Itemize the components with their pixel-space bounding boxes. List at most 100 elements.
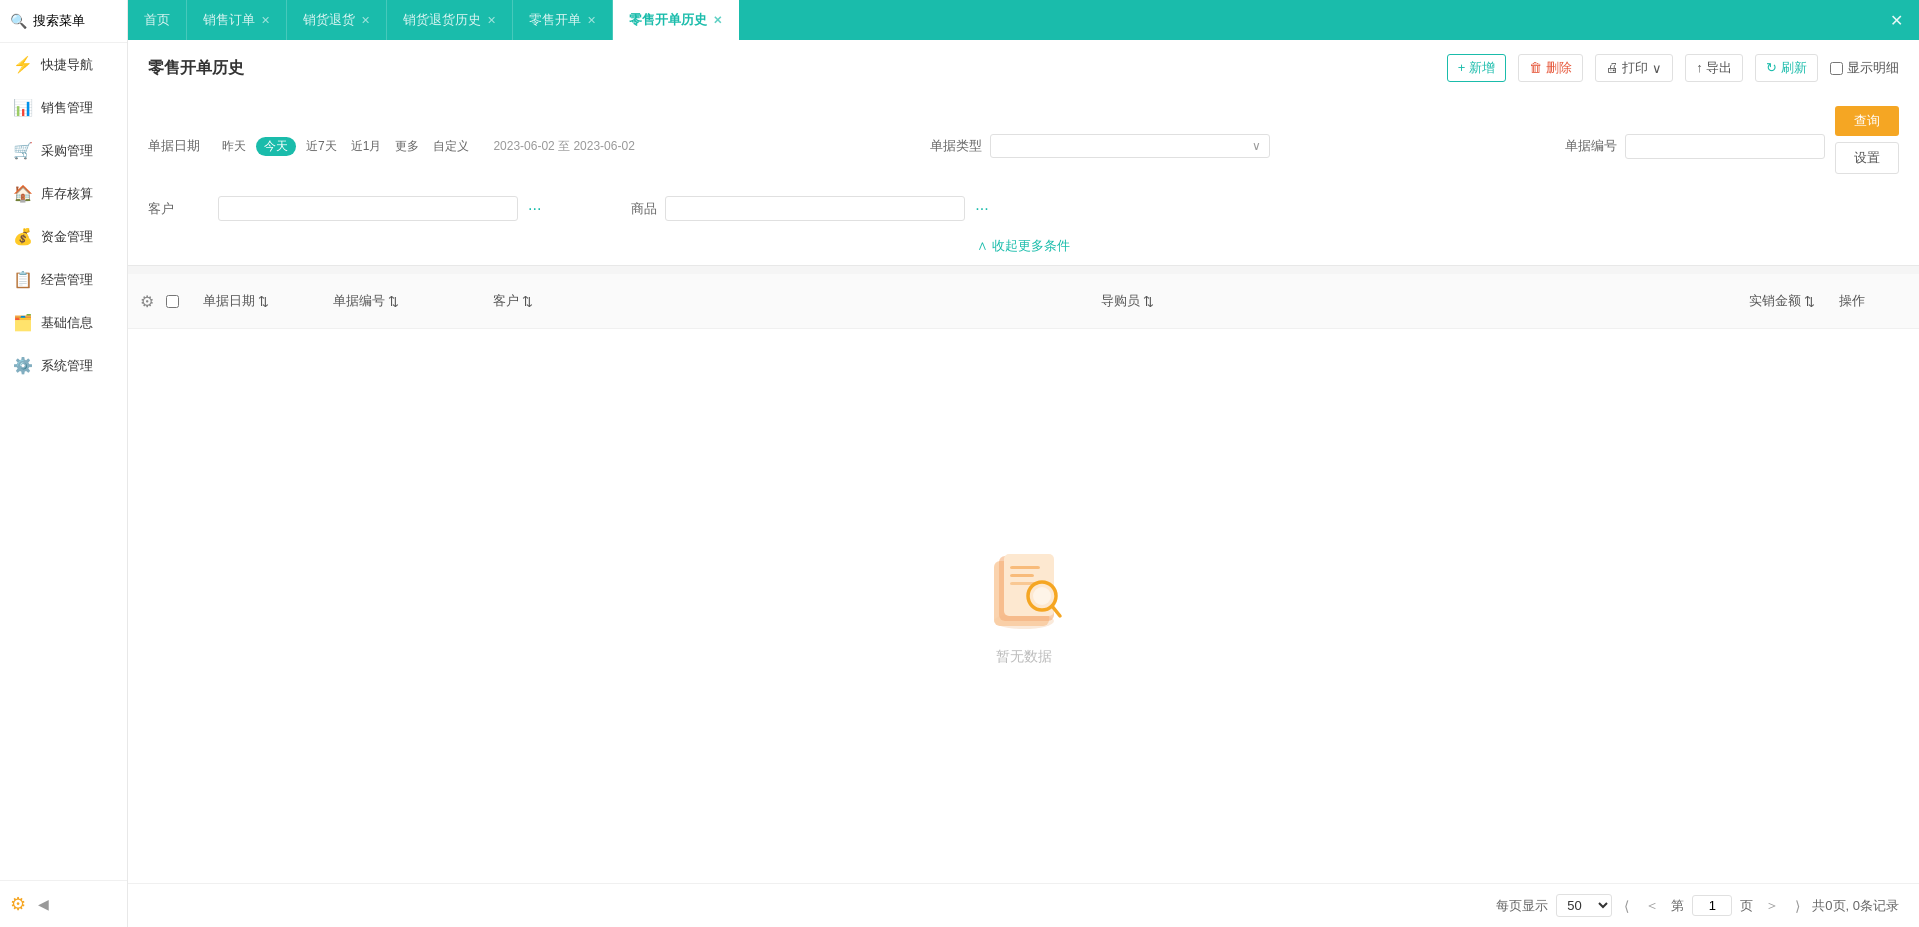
date-shortcut-custom[interactable]: 自定义	[429, 137, 473, 156]
delete-button[interactable]: 🗑 删除	[1518, 54, 1583, 82]
doc-type-arrow-icon: ∨	[1252, 139, 1261, 153]
sidebar-item-label: 系统管理	[41, 357, 93, 375]
refresh-button[interactable]: ↻ 刷新	[1755, 54, 1818, 82]
add-button[interactable]: + 新增	[1447, 54, 1506, 82]
sidebar-bottom: ⚙ ◀	[0, 880, 127, 927]
collapse-sidebar-icon[interactable]: ◀	[38, 896, 49, 912]
window-close-btn[interactable]: ✕	[1890, 11, 1903, 30]
search-icon: 🔍	[10, 13, 27, 29]
sidebar-item-finance[interactable]: 💰 资金管理	[0, 215, 127, 258]
tabbar-right: ✕	[1890, 11, 1919, 30]
sidebar-item-label: 采购管理	[41, 142, 93, 160]
col-header-guide[interactable]: 导购员 ⇅	[1089, 282, 1219, 320]
display-detail-toggle[interactable]: 显示明细	[1830, 59, 1899, 77]
sidebar-item-sys-mgmt[interactable]: ⚙️ 系统管理	[0, 344, 127, 387]
tab-home[interactable]: 首页	[128, 0, 187, 40]
date-shortcut-yesterday[interactable]: 昨天	[218, 137, 250, 156]
tab-home-label: 首页	[144, 11, 170, 29]
col-number-label: 单据编号	[333, 292, 385, 310]
sidebar-item-inventory[interactable]: 🏠 库存核算	[0, 172, 127, 215]
total-info: 共0页, 0条记录	[1812, 897, 1899, 915]
date-shortcut-7days[interactable]: 近7天	[302, 137, 341, 156]
print-button[interactable]: 🖨 打印 ∨	[1595, 54, 1674, 82]
tab-sales-order-label: 销售订单	[203, 11, 255, 29]
tab-sales-return-label: 销货退货	[303, 11, 355, 29]
col-amount-sort-icon: ⇅	[1804, 294, 1815, 309]
sidebar-item-base-info[interactable]: 🗂️ 基础信息	[0, 301, 127, 344]
product-input[interactable]	[665, 196, 965, 221]
filter-row-customer: 客户 ··· 商品 ···	[148, 196, 1899, 221]
sidebar-item-ops-mgmt[interactable]: 📋 经营管理	[0, 258, 127, 301]
page-title-row: 零售开单历史 + 新增 🗑 删除 🖨 打印 ∨ ↑ 导出	[148, 54, 1899, 82]
empty-state: 暂无数据	[128, 329, 1919, 883]
refresh-btn-label: ↻ 刷新	[1766, 59, 1807, 77]
tab-retail-open[interactable]: 零售开单 ✕	[513, 0, 613, 40]
table-settings-icon[interactable]: ⚙	[140, 292, 154, 311]
tab-sales-return[interactable]: 销货退货 ✕	[287, 0, 387, 40]
table-container: ⚙ 单据日期 ⇅ 单据编号 ⇅ 客户 ⇅	[128, 274, 1919, 883]
date-shortcut-today[interactable]: 今天	[256, 137, 296, 156]
sidebar-item-purchase-mgmt[interactable]: 🛒 采购管理	[0, 129, 127, 172]
tab-retail-open-close[interactable]: ✕	[587, 14, 596, 27]
collapse-more-btn[interactable]: ∧ 收起更多条件	[148, 231, 1899, 265]
sidebar: 🔍 搜索菜单 ⚡ 快捷导航 📊 销售管理 🛒 采购管理 🏠 库存核算 💰 资金管…	[0, 0, 128, 927]
display-detail-checkbox[interactable]	[1830, 62, 1843, 75]
filter-settings-button[interactable]: 设置	[1835, 142, 1899, 174]
date-shortcut-more[interactable]: 更多	[391, 137, 423, 156]
col-header-amount[interactable]: 实销金额 ⇅	[1219, 282, 1827, 320]
tab-sales-order[interactable]: 销售订单 ✕	[187, 0, 287, 40]
doc-number-input[interactable]	[1625, 134, 1825, 159]
col-header-date[interactable]: 单据日期 ⇅	[191, 282, 321, 320]
doc-number-filter-label: 单据编号	[1565, 137, 1617, 155]
last-page-btn[interactable]: ⟩	[1791, 896, 1804, 916]
tab-sales-return-history-label: 销货退货历史	[403, 11, 481, 29]
tab-retail-history-close[interactable]: ✕	[713, 14, 722, 27]
content-area: 零售开单历史 + 新增 🗑 删除 🖨 打印 ∨ ↑ 导出	[128, 40, 1919, 927]
product-filter-label: 商品	[631, 200, 657, 218]
date-range-text: 2023-06-02 至 2023-06-02	[493, 138, 634, 155]
customer-input[interactable]	[218, 196, 518, 221]
tab-sales-order-close[interactable]: ✕	[261, 14, 270, 27]
col-customer-sort-icon: ⇅	[522, 294, 533, 309]
tab-sales-return-history-close[interactable]: ✕	[487, 14, 496, 27]
sidebar-item-label: 销售管理	[41, 99, 93, 117]
main-area: 首页 销售订单 ✕ 销货退货 ✕ 销货退货历史 ✕ 零售开单 ✕ 零售开单历史 …	[128, 0, 1919, 927]
sidebar-item-label: 快捷导航	[41, 56, 93, 74]
sales-icon: 📊	[13, 98, 33, 117]
settings-bottom-icon[interactable]: ⚙	[10, 893, 26, 915]
date-shortcut-1month[interactable]: 近1月	[347, 137, 386, 156]
table-select-all-checkbox[interactable]	[166, 295, 179, 308]
toolbar: + 新增 🗑 删除 🖨 打印 ∨ ↑ 导出 ↻ 刷新	[1447, 54, 1899, 82]
query-button[interactable]: 查询	[1835, 106, 1899, 136]
per-page-select[interactable]: 50 20 100 200	[1556, 894, 1612, 917]
next-page-btn[interactable]: ＞	[1761, 895, 1783, 917]
col-date-sort-icon: ⇅	[258, 294, 269, 309]
sidebar-item-sales-mgmt[interactable]: 📊 销售管理	[0, 86, 127, 129]
filter-area: 单据日期 昨天 今天 近7天 近1月 更多 自定义 2023-06-02 至 2…	[148, 96, 1899, 265]
page-input[interactable]	[1692, 895, 1732, 916]
col-header-action: 操作	[1827, 282, 1907, 320]
col-header-customer[interactable]: 客户 ⇅	[481, 282, 1089, 320]
sidebar-search[interactable]: 🔍 搜索菜单	[0, 0, 127, 43]
col-action-label: 操作	[1839, 292, 1865, 310]
empty-icon	[974, 546, 1074, 636]
col-date-label: 单据日期	[203, 292, 255, 310]
sidebar-item-label: 资金管理	[41, 228, 93, 246]
col-header-number[interactable]: 单据编号 ⇅	[321, 282, 481, 320]
first-page-btn[interactable]: ⟨	[1620, 896, 1633, 916]
pagination: 每页显示 50 20 100 200 ⟨ ＜ 第 页 ＞ ⟩ 共0页, 0条记录	[128, 883, 1919, 927]
customer-ellipsis-btn[interactable]: ···	[528, 200, 541, 218]
export-button[interactable]: ↑ 导出	[1685, 54, 1743, 82]
prev-page-btn[interactable]: ＜	[1641, 895, 1663, 917]
col-guide-sort-icon: ⇅	[1143, 294, 1154, 309]
tabbar: 首页 销售订单 ✕ 销货退货 ✕ 销货退货历史 ✕ 零售开单 ✕ 零售开单历史 …	[128, 0, 1919, 40]
tab-retail-history[interactable]: 零售开单历史 ✕	[613, 0, 739, 40]
page-title: 零售开单历史	[148, 58, 244, 79]
tab-sales-return-history[interactable]: 销货退货历史 ✕	[387, 0, 513, 40]
tab-sales-return-close[interactable]: ✕	[361, 14, 370, 27]
per-page-label: 每页显示	[1496, 897, 1548, 915]
product-ellipsis-btn[interactable]: ···	[975, 200, 988, 218]
sidebar-item-quick-nav[interactable]: ⚡ 快捷导航	[0, 43, 127, 86]
doc-type-select[interactable]: ∨	[990, 134, 1270, 158]
export-btn-label: ↑ 导出	[1696, 59, 1732, 77]
